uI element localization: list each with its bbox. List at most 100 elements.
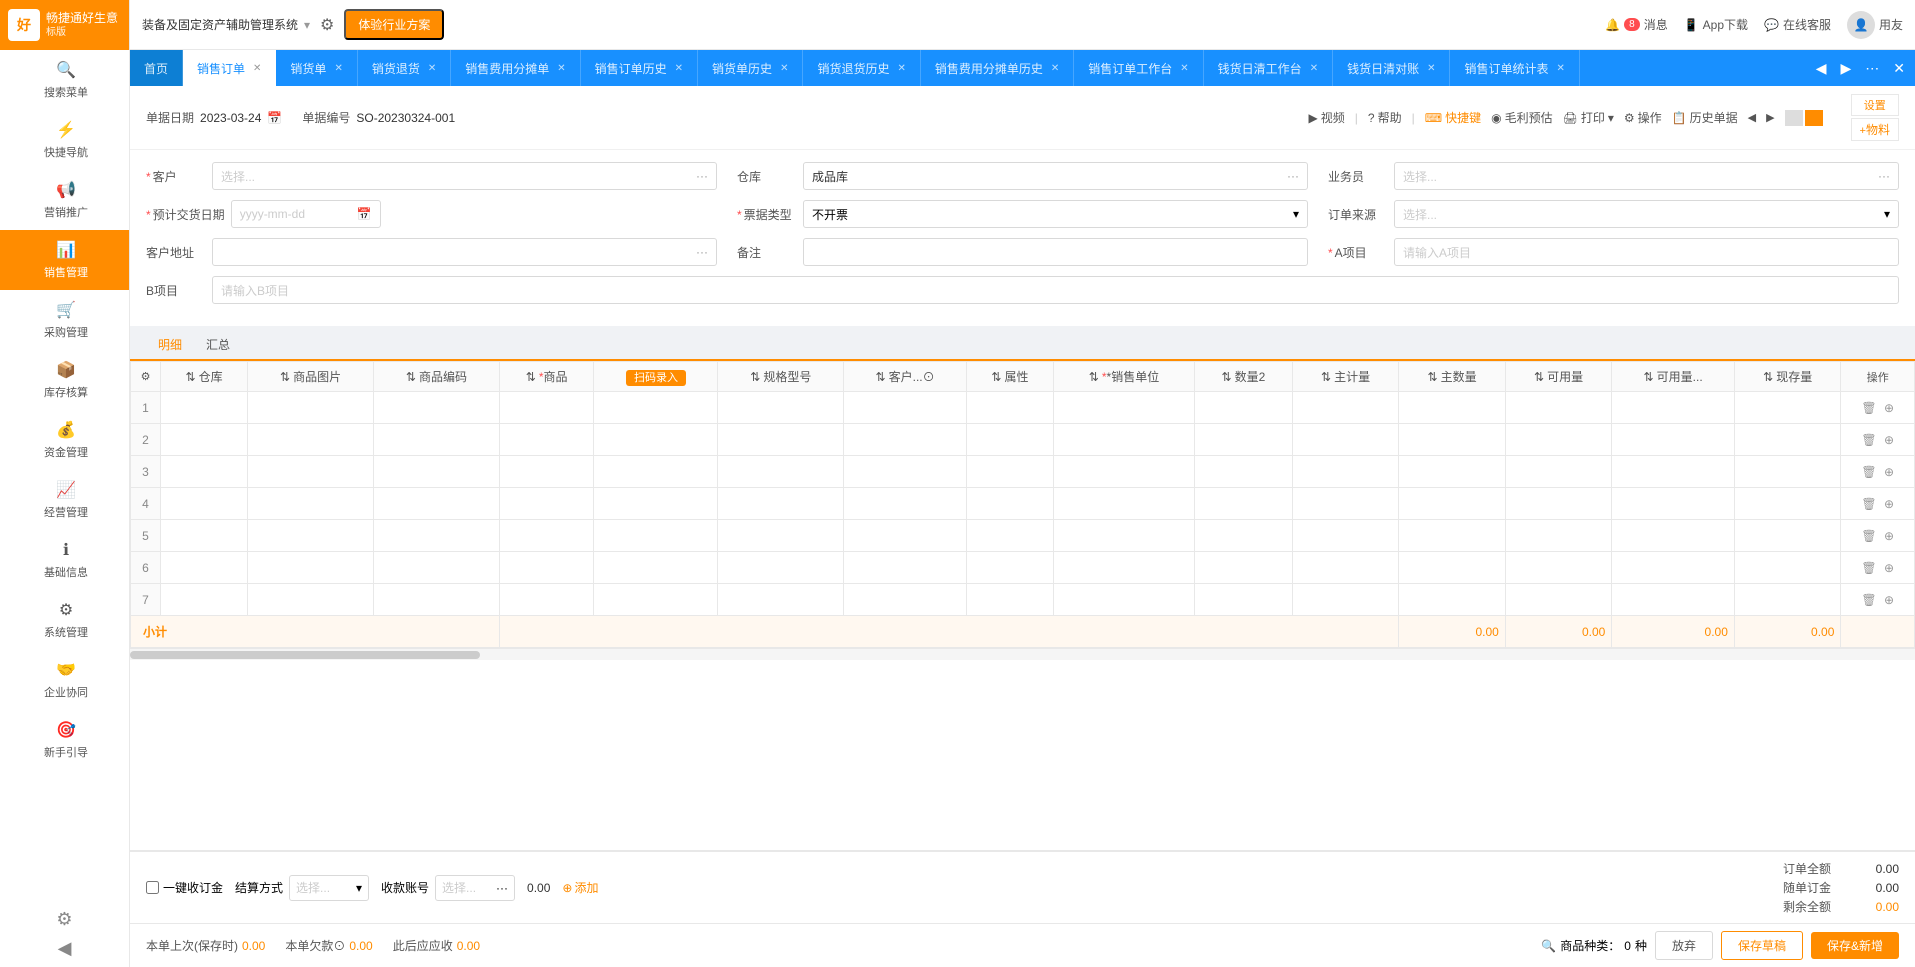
sidebar-item-sales[interactable]: 📊 销售管理 bbox=[0, 230, 129, 290]
discard-button[interactable]: 放弃 bbox=[1655, 931, 1713, 960]
topbar-dropdown-arrow[interactable]: ▾ bbox=[304, 18, 310, 32]
customer-more-btn[interactable]: ··· bbox=[696, 169, 708, 183]
tab-close-icon[interactable]: ✕ bbox=[557, 63, 565, 74]
save-draft-button[interactable]: 保存草稿 bbox=[1721, 931, 1803, 960]
salesman-input[interactable]: 选择... ··· bbox=[1394, 162, 1899, 190]
tab-close-icon[interactable]: ✕ bbox=[780, 63, 788, 74]
warehouse-input[interactable]: 成品库 ··· bbox=[803, 162, 1308, 190]
tab-close-icon[interactable]: ✕ bbox=[1557, 63, 1565, 74]
scrollbar-thumb[interactable] bbox=[130, 651, 480, 659]
tabs-next-icon[interactable]: ▶ bbox=[1834, 58, 1857, 79]
row-delete-icon[interactable]: 🗑 bbox=[1861, 529, 1876, 543]
user-profile[interactable]: 👤 用友 bbox=[1847, 11, 1903, 39]
topbar-settings-icon[interactable]: ⚙ bbox=[320, 15, 334, 35]
tab-sales-report[interactable]: 销售订单统计表 ✕ bbox=[1450, 50, 1579, 86]
invoice-select[interactable]: 不开票 ▾ bbox=[803, 200, 1308, 228]
video-action[interactable]: ▶ 视频 bbox=[1309, 109, 1345, 126]
print-arrow[interactable]: ▾ bbox=[1608, 111, 1614, 125]
row-copy-icon[interactable]: ⊕ bbox=[1884, 401, 1894, 415]
form-view-icon[interactable] bbox=[1805, 110, 1823, 126]
tab-close-icon[interactable]: ✕ bbox=[1051, 63, 1059, 74]
customer-addr-input[interactable]: ··· bbox=[212, 238, 717, 266]
add-button[interactable]: ⊕ 添加 bbox=[562, 879, 598, 896]
history-action[interactable]: 📋 历史单据 bbox=[1672, 109, 1738, 126]
tab-sales-expense[interactable]: 销售费用分摊单 ✕ bbox=[451, 50, 580, 86]
sidebar-item-quicknav[interactable]: ⚡ 快捷导航 bbox=[0, 110, 129, 170]
tab-sales-return[interactable]: 销货退货 ✕ bbox=[358, 50, 451, 86]
sidebar-item-operations[interactable]: 📈 经营管理 bbox=[0, 470, 129, 530]
tab-close-icon[interactable]: ✕ bbox=[334, 63, 342, 74]
tab-close-icon[interactable]: ✕ bbox=[1180, 63, 1188, 74]
warehouse-more-btn[interactable]: ··· bbox=[1287, 169, 1299, 183]
tab-close-icon[interactable]: ✕ bbox=[675, 63, 683, 74]
tab-detail[interactable]: 明细 bbox=[146, 330, 194, 361]
sidebar-item-finance[interactable]: 💰 资金管理 bbox=[0, 410, 129, 470]
th-scan[interactable]: 扫码录入 bbox=[594, 362, 718, 392]
tab-return-history[interactable]: 销货退货历史 ✕ bbox=[803, 50, 920, 86]
profit-action[interactable]: ◉ 毛利预估 bbox=[1491, 109, 1553, 126]
online-service-item[interactable]: 💬 在线客服 bbox=[1764, 16, 1831, 33]
industry-solution-button[interactable]: 体验行业方案 bbox=[344, 9, 444, 40]
tab-close-icon[interactable]: ✕ bbox=[1310, 63, 1318, 74]
tab-order-workbench[interactable]: 销售订单工作台 ✕ bbox=[1074, 50, 1203, 86]
order-source-select[interactable]: 选择... ▾ bbox=[1394, 200, 1899, 228]
salesman-more-btn[interactable]: ··· bbox=[1878, 169, 1890, 183]
tab-slip-history[interactable]: 销货单历史 ✕ bbox=[698, 50, 803, 86]
add-product-button[interactable]: +物料 bbox=[1851, 118, 1899, 141]
tab-summary[interactable]: 汇总 bbox=[194, 330, 242, 361]
sidebar-item-collab[interactable]: 🤝 企业协同 bbox=[0, 650, 129, 710]
tabs-more-icon[interactable]: ⋯ bbox=[1859, 58, 1885, 79]
app-download-item[interactable]: 📱 App下载 bbox=[1684, 16, 1748, 33]
row-delete-icon[interactable]: 🗑 bbox=[1861, 561, 1876, 575]
a-project-input[interactable]: 请输入A项目 bbox=[1394, 238, 1899, 266]
b-project-input[interactable]: 请输入B项目 bbox=[212, 276, 1899, 304]
sidebar-item-system[interactable]: ⚙ 系统管理 bbox=[0, 590, 129, 650]
tab-close-icon[interactable]: ✕ bbox=[428, 63, 436, 74]
scrollbar-area[interactable] bbox=[130, 648, 1915, 660]
prev-record-icon[interactable]: ◀ bbox=[1748, 111, 1756, 124]
th-settings[interactable]: ⚙ bbox=[131, 362, 161, 392]
row-copy-icon[interactable]: ⊕ bbox=[1884, 593, 1894, 607]
calendar-icon[interactable]: 📅 bbox=[267, 111, 282, 125]
notification-item[interactable]: 🔔 8 消息 bbox=[1605, 16, 1668, 33]
tab-close-icon[interactable]: ✕ bbox=[253, 63, 261, 74]
row-copy-icon[interactable]: ⊕ bbox=[1884, 497, 1894, 511]
sidebar-item-marketing[interactable]: 📢 营销推广 bbox=[0, 170, 129, 230]
bank-account-select[interactable]: 选择... ··· bbox=[435, 875, 515, 901]
row-delete-icon[interactable]: 🗑 bbox=[1861, 465, 1876, 479]
addr-more-btn[interactable]: ··· bbox=[696, 245, 708, 259]
tabs-close-all-icon[interactable]: ✕ bbox=[1887, 58, 1911, 79]
next-record-icon[interactable]: ▶ bbox=[1766, 111, 1774, 124]
sidebar-item-purchase[interactable]: 🛒 采购管理 bbox=[0, 290, 129, 350]
row-copy-icon[interactable]: ⊕ bbox=[1884, 529, 1894, 543]
tab-home[interactable]: 首页 bbox=[130, 50, 183, 86]
scan-button[interactable]: 扫码录入 bbox=[626, 370, 686, 386]
tabs-prev-icon[interactable]: ◀ bbox=[1810, 58, 1833, 79]
settings-bottom-icon[interactable]: ⚙ bbox=[56, 909, 72, 930]
operate-action[interactable]: ⚙ 操作 bbox=[1624, 109, 1662, 126]
tab-sales-history[interactable]: 销售订单历史 ✕ bbox=[581, 50, 698, 86]
row-delete-icon[interactable]: 🗑 bbox=[1861, 401, 1876, 415]
row-delete-icon[interactable]: 🗑 bbox=[1861, 433, 1876, 447]
tab-cash-account[interactable]: 钱货日清对账 ✕ bbox=[1333, 50, 1450, 86]
collapse-icon[interactable]: ◀ bbox=[58, 938, 72, 959]
tab-cash-workbench[interactable]: 钱货日清工作台 ✕ bbox=[1204, 50, 1333, 86]
sidebar-item-inventory[interactable]: 📦 库存核算 bbox=[0, 350, 129, 410]
tab-sales-order[interactable]: 销售订单 ✕ bbox=[183, 50, 276, 86]
row-copy-icon[interactable]: ⊕ bbox=[1884, 433, 1894, 447]
sidebar-item-newuser[interactable]: 🎯 新手引导 bbox=[0, 710, 129, 770]
tab-sales-slip[interactable]: 销货单 ✕ bbox=[276, 50, 357, 86]
settings-button[interactable]: 设置 bbox=[1851, 94, 1899, 116]
row-copy-icon[interactable]: ⊕ bbox=[1884, 561, 1894, 575]
help-action[interactable]: ? 帮助 bbox=[1368, 109, 1402, 126]
delivery-date-input[interactable]: yyyy-mm-dd 📅 bbox=[231, 200, 381, 228]
row-delete-icon[interactable]: 🗑 bbox=[1861, 497, 1876, 511]
list-view-icon[interactable] bbox=[1785, 110, 1803, 126]
bank-more-btn[interactable]: ··· bbox=[496, 881, 508, 895]
shortcut-action[interactable]: ⌨ 快捷键 bbox=[1425, 109, 1481, 126]
one-click-checkbox-input[interactable] bbox=[146, 881, 159, 894]
row-copy-icon[interactable]: ⊕ bbox=[1884, 465, 1894, 479]
note-input[interactable] bbox=[803, 238, 1308, 266]
payment-method-select[interactable]: 选择... ▾ bbox=[289, 875, 369, 901]
view-toggle[interactable] bbox=[1785, 110, 1823, 126]
